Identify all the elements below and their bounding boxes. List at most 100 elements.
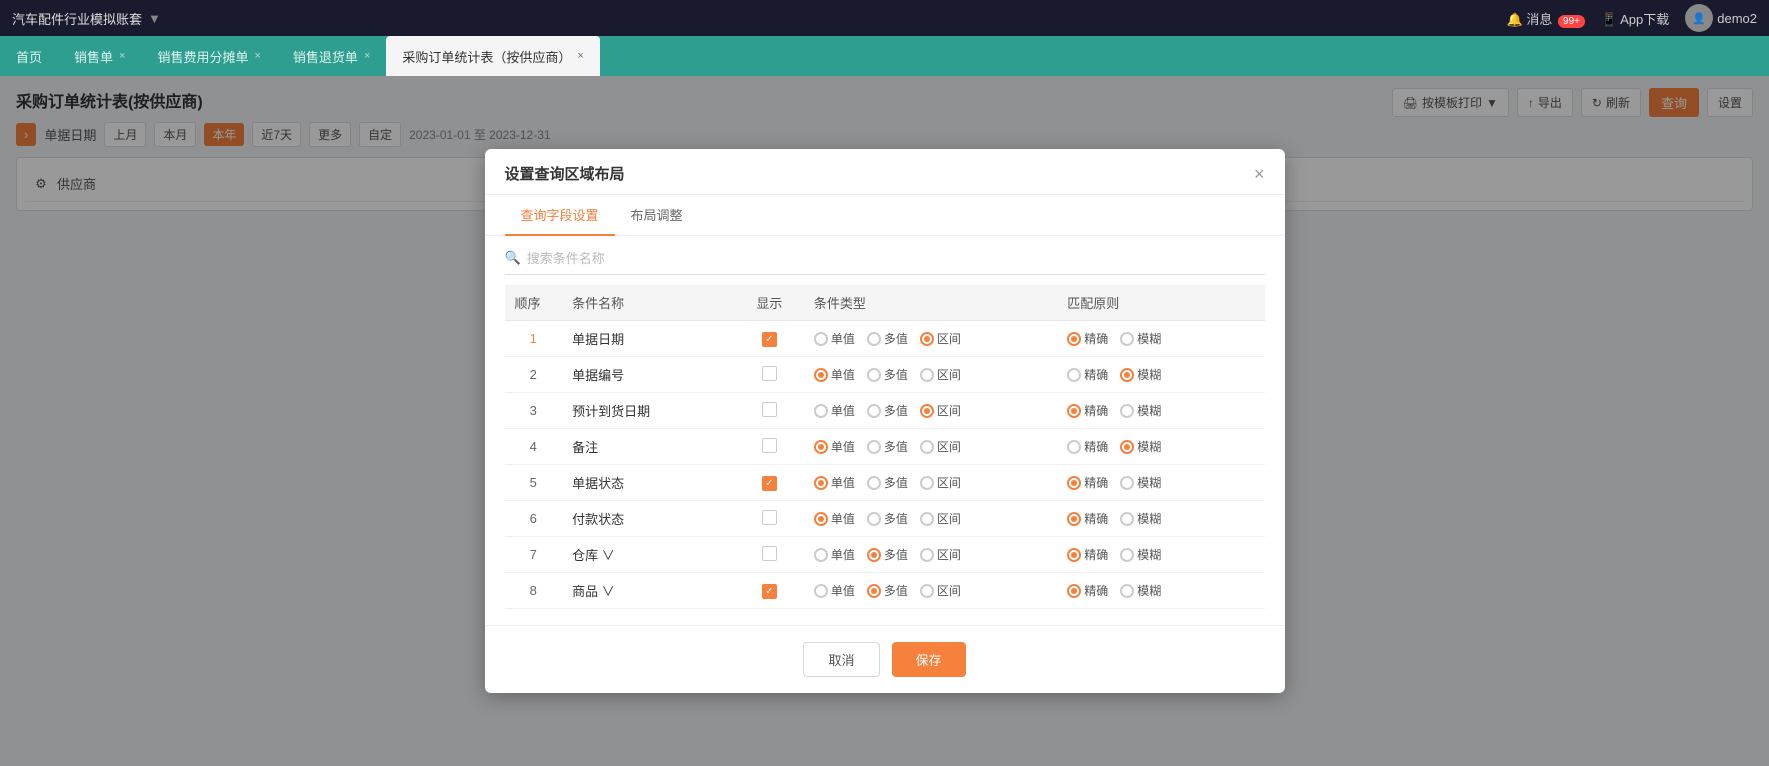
- row-type-radios: 单值多值区间: [804, 321, 1057, 357]
- type-radio-多值[interactable]: 多值: [867, 330, 908, 347]
- show-checkbox[interactable]: [762, 332, 777, 347]
- row-condition-name: 备注: [562, 429, 735, 465]
- app-download-btn[interactable]: 📱 App下载: [1601, 9, 1669, 28]
- tab-sales-other[interactable]: 销售退货单 ×: [277, 36, 386, 76]
- match-radio-模糊[interactable]: 模糊: [1120, 402, 1161, 419]
- match-radio-精确[interactable]: 精确: [1067, 402, 1108, 419]
- modal-dialog: 设置查询区域布局 × 查询字段设置 布局调整 🔍: [485, 149, 1285, 693]
- modal-title: 设置查询区域布局: [505, 163, 625, 184]
- row-show-checkbox[interactable]: [735, 501, 804, 537]
- row-show-checkbox[interactable]: [735, 429, 804, 465]
- row-order: 2: [505, 357, 563, 393]
- condition-search-input[interactable]: [527, 251, 1265, 266]
- modal-close-btn[interactable]: ×: [1254, 165, 1265, 183]
- table-row: 8商品 ∨单值多值区间精确模糊: [505, 573, 1265, 609]
- type-radio-区间[interactable]: 区间: [920, 402, 961, 419]
- match-radio-精确[interactable]: 精确: [1067, 474, 1108, 491]
- type-radio-多值[interactable]: 多值: [867, 474, 908, 491]
- type-radio-区间[interactable]: 区间: [920, 438, 961, 455]
- type-radio-单值[interactable]: 单值: [814, 510, 855, 527]
- row-show-checkbox[interactable]: [735, 465, 804, 501]
- match-radio-精确[interactable]: 精确: [1067, 366, 1108, 383]
- match-radio-模糊[interactable]: 模糊: [1120, 330, 1161, 347]
- th-name: 条件名称: [562, 285, 735, 321]
- show-checkbox[interactable]: [762, 510, 777, 525]
- type-radio-区间[interactable]: 区间: [920, 366, 961, 383]
- type-radio-单值[interactable]: 单值: [814, 438, 855, 455]
- type-radio-区间[interactable]: 区间: [920, 330, 961, 347]
- type-radio-多值[interactable]: 多值: [867, 546, 908, 563]
- row-show-checkbox[interactable]: [735, 393, 804, 429]
- type-radio-多值[interactable]: 多值: [867, 402, 908, 419]
- type-radio-多值[interactable]: 多值: [867, 582, 908, 599]
- show-checkbox[interactable]: [762, 584, 777, 599]
- notification-btn[interactable]: 🔔 消息 99+: [1507, 9, 1585, 28]
- row-type-radios: 单值多值区间: [804, 501, 1057, 537]
- row-order: 6: [505, 501, 563, 537]
- tab-home[interactable]: 首页: [0, 36, 58, 76]
- show-checkbox[interactable]: [762, 402, 777, 417]
- show-checkbox[interactable]: [762, 438, 777, 453]
- close-tab-sales-other[interactable]: ×: [364, 50, 370, 62]
- close-tab-sales[interactable]: ×: [119, 50, 125, 62]
- table-row: 2单据编号单值多值区间精确模糊: [505, 357, 1265, 393]
- row-show-checkbox[interactable]: [735, 537, 804, 573]
- match-radio-模糊[interactable]: 模糊: [1120, 582, 1161, 599]
- match-radio-模糊[interactable]: 模糊: [1120, 546, 1161, 563]
- row-type-radios: 单值多值区间: [804, 357, 1057, 393]
- match-radio-模糊[interactable]: 模糊: [1120, 366, 1161, 383]
- th-order: 顺序: [505, 285, 563, 321]
- type-radio-多值[interactable]: 多值: [867, 510, 908, 527]
- row-match-radios: 精确模糊: [1057, 501, 1264, 537]
- type-radio-单值[interactable]: 单值: [814, 546, 855, 563]
- type-radio-单值[interactable]: 单值: [814, 582, 855, 599]
- row-show-checkbox[interactable]: [735, 357, 804, 393]
- row-condition-name: 商品 ∨: [562, 573, 735, 609]
- type-radio-多值[interactable]: 多值: [867, 438, 908, 455]
- close-tab-sales-cost[interactable]: ×: [254, 50, 260, 62]
- tab-sales[interactable]: 销售单 ×: [58, 36, 141, 76]
- show-checkbox[interactable]: [762, 476, 777, 491]
- row-match-radios: 精确模糊: [1057, 321, 1264, 357]
- row-order: 9: [505, 609, 563, 616]
- type-radio-单值[interactable]: 单值: [814, 330, 855, 347]
- type-radio-区间[interactable]: 区间: [920, 474, 961, 491]
- match-radio-精确[interactable]: 精确: [1067, 330, 1108, 347]
- row-match-radios: 精确模糊: [1057, 465, 1264, 501]
- save-button[interactable]: 保存: [892, 642, 966, 677]
- show-checkbox[interactable]: [762, 366, 777, 381]
- type-radio-区间[interactable]: 区间: [920, 546, 961, 563]
- search-icon: 🔍: [505, 250, 521, 266]
- condition-table: 顺序 条件名称 显示 条件类型 匹配原则 1单据日期单值多值区间精确模糊2单据编…: [505, 285, 1265, 615]
- row-show-checkbox[interactable]: [735, 573, 804, 609]
- table-row: 9属性 ∨单值多值区间精确模糊: [505, 609, 1265, 616]
- close-tab-purchase[interactable]: ×: [577, 50, 583, 62]
- table-row: 3预计到货日期单值多值区间精确模糊: [505, 393, 1265, 429]
- type-radio-单值[interactable]: 单值: [814, 366, 855, 383]
- match-radio-精确[interactable]: 精确: [1067, 510, 1108, 527]
- match-radio-精确[interactable]: 精确: [1067, 546, 1108, 563]
- show-checkbox[interactable]: [762, 546, 777, 561]
- app-name: 汽车配件行业模拟账套 ▼: [12, 9, 161, 28]
- row-show-checkbox[interactable]: [735, 321, 804, 357]
- top-bar-actions: 🔔 消息 99+ 📱 App下载 👤 demo2: [1507, 4, 1757, 32]
- user-avatar[interactable]: 👤 demo2: [1685, 4, 1757, 32]
- type-radio-多值[interactable]: 多值: [867, 366, 908, 383]
- tab-sales-cost[interactable]: 销售费用分摊单 ×: [141, 36, 276, 76]
- match-radio-模糊[interactable]: 模糊: [1120, 510, 1161, 527]
- match-radio-精确[interactable]: 精确: [1067, 438, 1108, 455]
- row-type-radios: 单值多值区间: [804, 537, 1057, 573]
- match-radio-精确[interactable]: 精确: [1067, 582, 1108, 599]
- modal-tab-layout[interactable]: 布局调整: [615, 195, 699, 236]
- type-radio-区间[interactable]: 区间: [920, 582, 961, 599]
- row-order: 4: [505, 429, 563, 465]
- type-radio-单值[interactable]: 单值: [814, 474, 855, 491]
- modal-tab-query-fields[interactable]: 查询字段设置: [505, 195, 615, 236]
- type-radio-单值[interactable]: 单值: [814, 402, 855, 419]
- match-radio-模糊[interactable]: 模糊: [1120, 474, 1161, 491]
- tab-purchase-stats[interactable]: 采购订单统计表（按供应商） ×: [386, 36, 599, 76]
- cancel-button[interactable]: 取消: [803, 642, 879, 677]
- match-radio-模糊[interactable]: 模糊: [1120, 438, 1161, 455]
- type-radio-区间[interactable]: 区间: [920, 510, 961, 527]
- row-show-checkbox[interactable]: [735, 609, 804, 616]
